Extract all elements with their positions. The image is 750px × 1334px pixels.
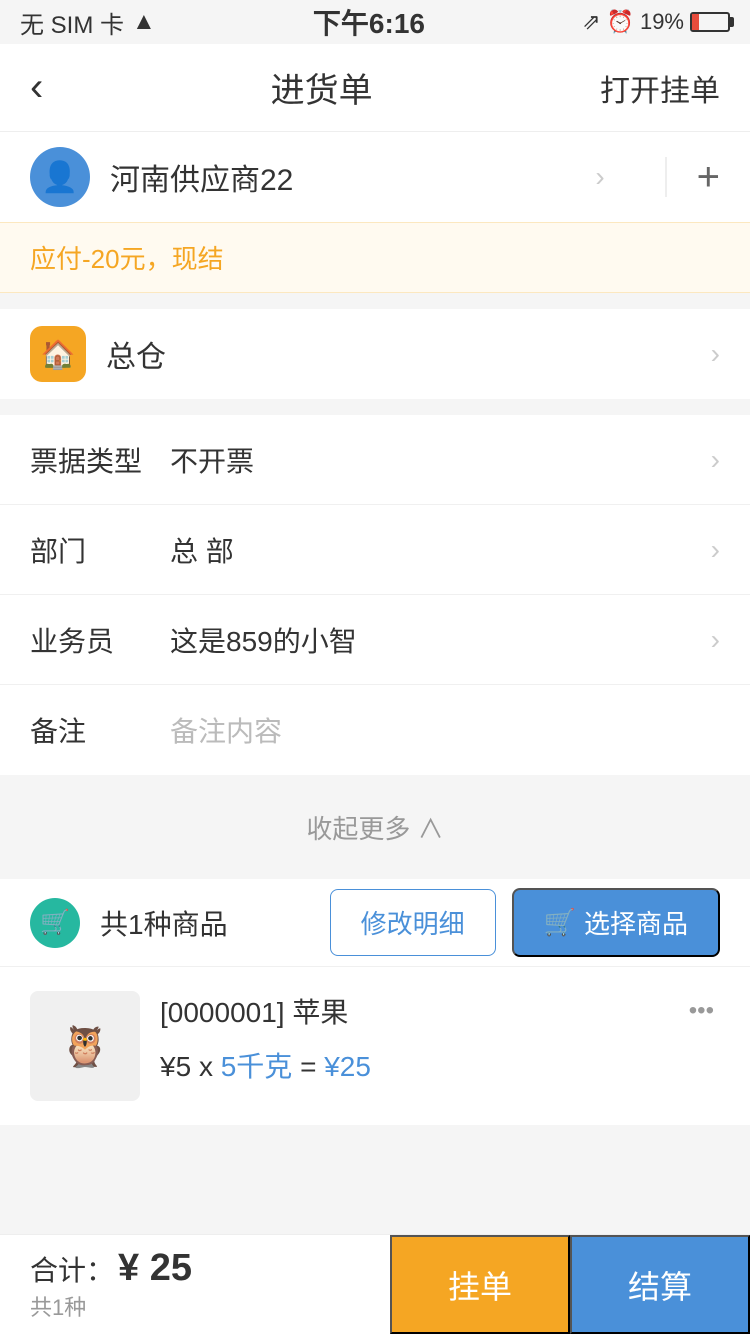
department-chevron-icon: ›	[711, 534, 720, 566]
add-supplier-button[interactable]: +	[697, 155, 720, 200]
bottom-bar: 合计： ¥ 25 共1种 挂单 结算	[0, 1234, 750, 1334]
salesman-value: 这是859的小智	[170, 620, 711, 660]
qty-value: 5千克	[221, 1051, 293, 1082]
carrier-text: 无 SIM 卡	[20, 5, 124, 40]
time-display: 下午6:16	[313, 2, 425, 42]
status-bar: 无 SIM 卡 ▲ 下午6:16 ⇗ ⏰ 19%	[0, 0, 750, 44]
select-product-label: 选择商品	[584, 904, 688, 941]
salesman-chevron-icon: ›	[711, 624, 720, 656]
warehouse-card: 🏠 总仓 ›	[0, 309, 750, 399]
salesman-row[interactable]: 业务员 这是859的小智 ›	[0, 595, 750, 685]
total-count: 共1种	[30, 1290, 360, 1322]
select-product-button[interactable]: 🛒 选择商品	[512, 888, 720, 957]
collapse-row[interactable]: 收起更多 ∧	[0, 791, 750, 863]
checkout-button[interactable]: 结算	[570, 1235, 750, 1334]
page-title: 进货单	[271, 63, 373, 112]
total-amount: ¥ 25	[118, 1247, 192, 1290]
total-value: ¥25	[324, 1051, 371, 1082]
product-title: 苹果	[292, 997, 348, 1028]
avatar-icon: 👤	[41, 160, 78, 195]
department-label: 部门	[30, 530, 170, 570]
supplier-avatar: 👤	[30, 147, 90, 207]
notice-text: 应付-20元，现结	[30, 244, 224, 274]
warehouse-icon: 🏠	[30, 326, 86, 382]
open-hang-button[interactable]: 打开挂单	[600, 66, 720, 110]
alarm-icon: ⏰	[607, 9, 634, 35]
battery-icon	[690, 12, 730, 32]
product-header: 🛒 共1种商品 修改明细 🛒 选择商品	[0, 879, 750, 967]
multiply-sign: x	[199, 1051, 221, 1082]
status-right: ⇗ ⏰ 19%	[582, 9, 730, 35]
battery-text: 19%	[640, 9, 684, 35]
supplier-card: 👤 河南供应商22 › + 应付-20元，现结	[0, 132, 750, 293]
department-value: 总 部	[170, 530, 711, 570]
product-code: [0000001]	[160, 997, 285, 1028]
department-row[interactable]: 部门 总 部 ›	[0, 505, 750, 595]
remark-value[interactable]: 备注内容	[170, 710, 720, 750]
form-card: 票据类型 不开票 › 部门 总 部 › 业务员 这是859的小智 › 备注 备注…	[0, 415, 750, 775]
remark-row[interactable]: 备注 备注内容	[0, 685, 750, 775]
warehouse-chevron-icon: ›	[711, 338, 720, 370]
salesman-label: 业务员	[30, 620, 170, 660]
products-card: 🛒 共1种商品 修改明细 🛒 选择商品 🦉 [0000001] 苹果 ¥5 x …	[0, 879, 750, 1125]
product-price-row: ¥5 x 5千克 = ¥25	[160, 1045, 663, 1085]
invoice-chevron-icon: ›	[711, 444, 720, 476]
supplier-row[interactable]: 👤 河南供应商22 › +	[0, 132, 750, 222]
nav-bar: ‹ 进货单 打开挂单	[0, 44, 750, 132]
edit-detail-button[interactable]: 修改明细	[330, 889, 496, 956]
owl-icon: 🦉	[60, 1023, 110, 1070]
wifi-icon: ▲	[132, 8, 156, 36]
remark-label: 备注	[30, 710, 170, 750]
product-name: [0000001] 苹果	[160, 991, 663, 1031]
hang-button[interactable]: 挂单	[390, 1235, 570, 1334]
product-info: [0000001] 苹果 ¥5 x 5千克 = ¥25	[160, 991, 663, 1085]
status-left: 无 SIM 卡 ▲	[20, 5, 156, 40]
warehouse-row[interactable]: 🏠 总仓 ›	[0, 309, 750, 399]
supplier-chevron-icon: ›	[595, 161, 604, 193]
product-thumbnail: 🦉	[30, 991, 140, 1101]
supplier-name: 河南供应商22	[110, 155, 595, 199]
back-button[interactable]: ‹	[30, 65, 43, 110]
supplier-divider	[665, 157, 667, 197]
location-icon: ⇗	[582, 9, 600, 35]
equals-sign: =	[300, 1051, 324, 1082]
notice-bar: 应付-20元，现结	[0, 222, 750, 293]
invoice-row[interactable]: 票据类型 不开票 ›	[0, 415, 750, 505]
product-item: 🦉 [0000001] 苹果 ¥5 x 5千克 = ¥25 •••	[0, 967, 750, 1125]
product-icon: 🛒	[30, 898, 80, 948]
price-value: ¥5	[160, 1051, 191, 1082]
product-count: 共1种商品	[100, 903, 330, 943]
select-product-icon: 🛒	[544, 907, 576, 938]
product-more-button[interactable]: •••	[683, 991, 720, 1031]
collapse-label: 收起更多 ∧	[306, 809, 443, 846]
total-section: 合计： ¥ 25 共1种	[0, 1235, 390, 1334]
warehouse-name: 总仓	[106, 332, 711, 376]
invoice-label: 票据类型	[30, 440, 170, 480]
total-label: 合计：	[30, 1249, 114, 1289]
invoice-value: 不开票	[170, 440, 711, 480]
